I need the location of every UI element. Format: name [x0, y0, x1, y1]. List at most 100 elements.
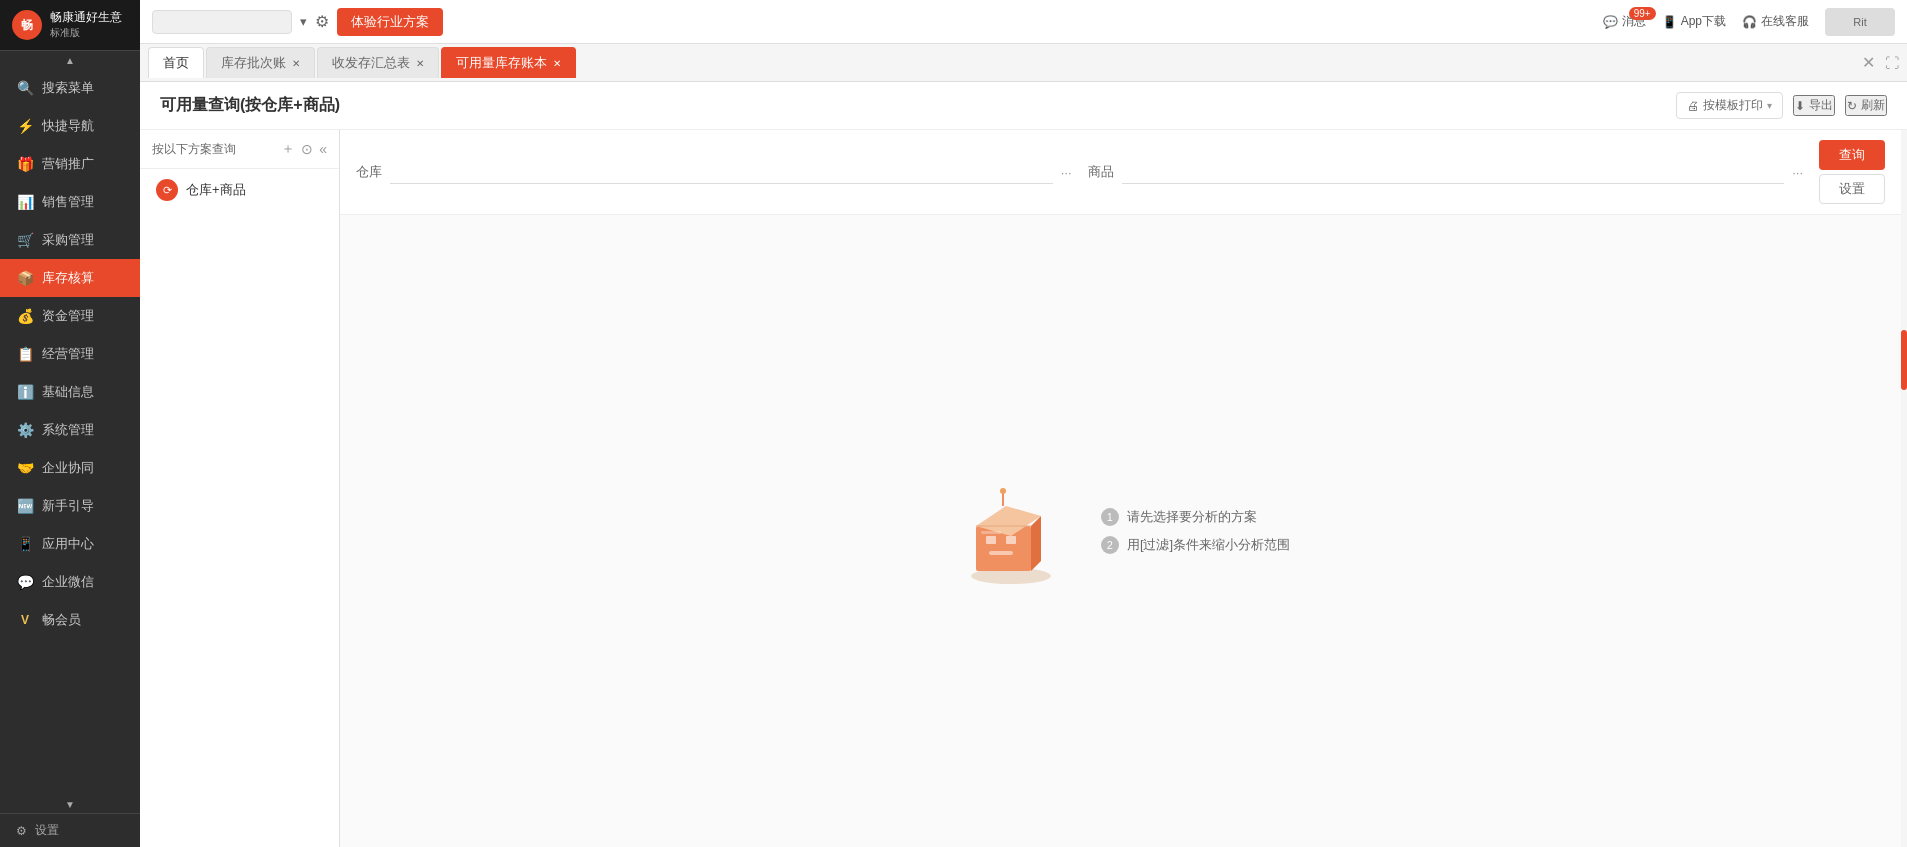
warehouse-product-icon: ⟳ [156, 179, 178, 201]
message-badge: 99+ [1629, 7, 1656, 20]
tab-inventory-summary[interactable]: 收发存汇总表 ✕ [317, 47, 439, 78]
tab-available-ledger[interactable]: 可用量库存账本 ✕ [441, 47, 576, 78]
sidebar-item-label: 企业微信 [42, 573, 94, 591]
query-button[interactable]: 查询 [1819, 140, 1885, 170]
sidebar-item-label: 经营管理 [42, 345, 94, 363]
product-more-btn[interactable]: ··· [1792, 165, 1803, 180]
sidebar-item-newbie[interactable]: 🆕 新手引导 [0, 487, 140, 525]
footer-label: 设置 [35, 822, 59, 839]
sidebar: 畅 畅康通好生意 标准版 ▲ 🔍 搜索菜单 ⚡ 快捷导航 🎁 营销推广 📊 销售… [0, 0, 140, 847]
sidebar-item-wechat[interactable]: 💬 企业微信 [0, 563, 140, 601]
expand-btn[interactable]: ⛶ [1885, 55, 1899, 71]
scroll-indicator[interactable] [1901, 330, 1907, 390]
sidebar-item-shortcut[interactable]: ⚡ 快捷导航 [0, 107, 140, 145]
app-name: 畅康通好生意 [50, 10, 122, 26]
online-service-btn[interactable]: 🎧 在线客服 [1742, 13, 1809, 30]
sidebar-item-basic[interactable]: ℹ️ 基础信息 [0, 373, 140, 411]
export-icon: ⬇ [1795, 99, 1805, 113]
tab-inventory-summary-close[interactable]: ✕ [416, 58, 424, 69]
sidebar-item-label: 搜索菜单 [42, 79, 94, 97]
app-logo: 畅 [12, 10, 42, 40]
filter-panel: 按以下方案查询 ＋ ⊙ « ⟳ 仓库+商品 [140, 130, 340, 847]
sidebar-item-purchase[interactable]: 🛒 采购管理 [0, 221, 140, 259]
app-download-btn[interactable]: 📱 App下载 [1662, 13, 1726, 30]
warehouse-input[interactable] [390, 160, 1053, 184]
shortcut-icon: ⚡ [16, 118, 34, 134]
topbar-gear-btn[interactable]: ⚙ [315, 12, 329, 31]
empty-box-svg [951, 471, 1071, 591]
product-field: 商品 ··· [1088, 160, 1804, 184]
sidebar-item-sales[interactable]: 📊 销售管理 [0, 183, 140, 221]
user-avatar[interactable]: Rit [1825, 8, 1895, 36]
step-2-num: 2 [1101, 536, 1119, 554]
page-title: 可用量查询(按仓库+商品) [160, 95, 340, 116]
tab-close-all-btn[interactable]: ✕ [1862, 53, 1875, 72]
newbie-icon: 🆕 [16, 498, 34, 514]
tab-batch-ledger[interactable]: 库存批次账 ✕ [206, 47, 315, 78]
tab-batch-ledger-label: 库存批次账 [221, 54, 286, 72]
product-input[interactable] [1122, 160, 1785, 184]
refresh-icon: ↻ [1847, 99, 1857, 113]
tab-batch-ledger-close[interactable]: ✕ [292, 58, 300, 69]
sidebar-footer[interactable]: ⚙ 设置 [0, 813, 140, 847]
appstore-icon: 📱 [16, 536, 34, 552]
filter-title: 按以下方案查询 [152, 141, 236, 158]
sidebar-item-label: 系统管理 [42, 421, 94, 439]
filter-collapse-btn[interactable]: « [319, 140, 327, 158]
search-icon: 🔍 [16, 80, 34, 96]
warehouse-more-btn[interactable]: ··· [1061, 165, 1072, 180]
sidebar-item-search[interactable]: 🔍 搜索菜单 [0, 69, 140, 107]
sidebar-item-marketing[interactable]: 🎁 营销推广 [0, 145, 140, 183]
tab-home[interactable]: 首页 [148, 47, 204, 78]
topbar-dropdown-btn[interactable]: ▾ [300, 14, 307, 29]
sidebar-item-label: 应用中心 [42, 535, 94, 553]
app-edition: 标准版 [50, 26, 122, 40]
sidebar-item-label: 库存核算 [42, 269, 94, 287]
svg-marker-3 [1031, 516, 1041, 571]
right-panel: 仓库 ··· 商品 ··· 查询 设置 [340, 130, 1901, 847]
sidebar-item-member[interactable]: V 畅会员 [0, 601, 140, 639]
empty-text: 1 请先选择要分析的方案 2 用[过滤]条件来缩小分析范围 [1101, 508, 1290, 554]
sidebar-item-enterprise[interactable]: 🤝 企业协同 [0, 449, 140, 487]
wechat-icon: 💬 [16, 574, 34, 590]
tab-available-ledger-close[interactable]: ✕ [553, 58, 561, 69]
phone-icon: 📱 [1662, 15, 1677, 29]
sales-icon: 📊 [16, 194, 34, 210]
sidebar-header: 畅 畅康通好生意 标准版 [0, 0, 140, 51]
filter-settings-btn[interactable]: ⊙ [301, 140, 313, 158]
filter-add-btn[interactable]: ＋ [281, 140, 295, 158]
app-download-label: App下载 [1681, 13, 1726, 30]
tab-home-label: 首页 [163, 54, 189, 72]
sidebar-scroll-up[interactable]: ▲ [0, 51, 140, 69]
sidebar-item-label: 资金管理 [42, 307, 94, 325]
svg-rect-5 [981, 531, 1001, 534]
filter-item-warehouse-product[interactable]: ⟳ 仓库+商品 [140, 169, 339, 211]
printer-icon: 🖨 [1687, 99, 1699, 113]
step-1-num: 1 [1101, 508, 1119, 526]
query-bar: 仓库 ··· 商品 ··· 查询 设置 [340, 130, 1901, 215]
print-button[interactable]: 🖨 按模板打印 ▾ [1676, 92, 1783, 119]
tab-inventory-summary-label: 收发存汇总表 [332, 54, 410, 72]
empty-state: 1 请先选择要分析的方案 2 用[过滤]条件来缩小分析范围 [340, 215, 1901, 847]
username-label: Rit [1853, 16, 1866, 28]
sidebar-item-label: 新手引导 [42, 497, 94, 515]
filter-header: 按以下方案查询 ＋ ⊙ « [140, 130, 339, 169]
trial-button[interactable]: 体验行业方案 [337, 8, 443, 36]
sidebar-item-finance[interactable]: 💰 资金管理 [0, 297, 140, 335]
sidebar-item-system[interactable]: ⚙️ 系统管理 [0, 411, 140, 449]
sidebar-item-operation[interactable]: 📋 经营管理 [0, 335, 140, 373]
topbar-search-input[interactable] [152, 10, 292, 34]
online-service-label: 在线客服 [1761, 13, 1809, 30]
export-button[interactable]: ⬇ 导出 [1793, 95, 1835, 116]
sidebar-item-appstore[interactable]: 📱 应用中心 [0, 525, 140, 563]
purchase-icon: 🛒 [16, 232, 34, 248]
message-btn[interactable]: 💬 消息 99+ [1603, 13, 1646, 30]
settings-button[interactable]: 设置 [1819, 174, 1885, 204]
sidebar-nav: 🔍 搜索菜单 ⚡ 快捷导航 🎁 营销推广 📊 销售管理 🛒 采购管理 📦 库存核… [0, 69, 140, 795]
sidebar-item-label: 基础信息 [42, 383, 94, 401]
sidebar-item-inventory[interactable]: 📦 库存核算 [0, 259, 140, 297]
sidebar-scroll-down[interactable]: ▼ [0, 795, 140, 813]
refresh-button[interactable]: ↻ 刷新 [1845, 95, 1887, 116]
sidebar-item-label: 畅会员 [42, 611, 81, 629]
page-actions: 🖨 按模板打印 ▾ ⬇ 导出 ↻ 刷新 [1676, 92, 1887, 119]
